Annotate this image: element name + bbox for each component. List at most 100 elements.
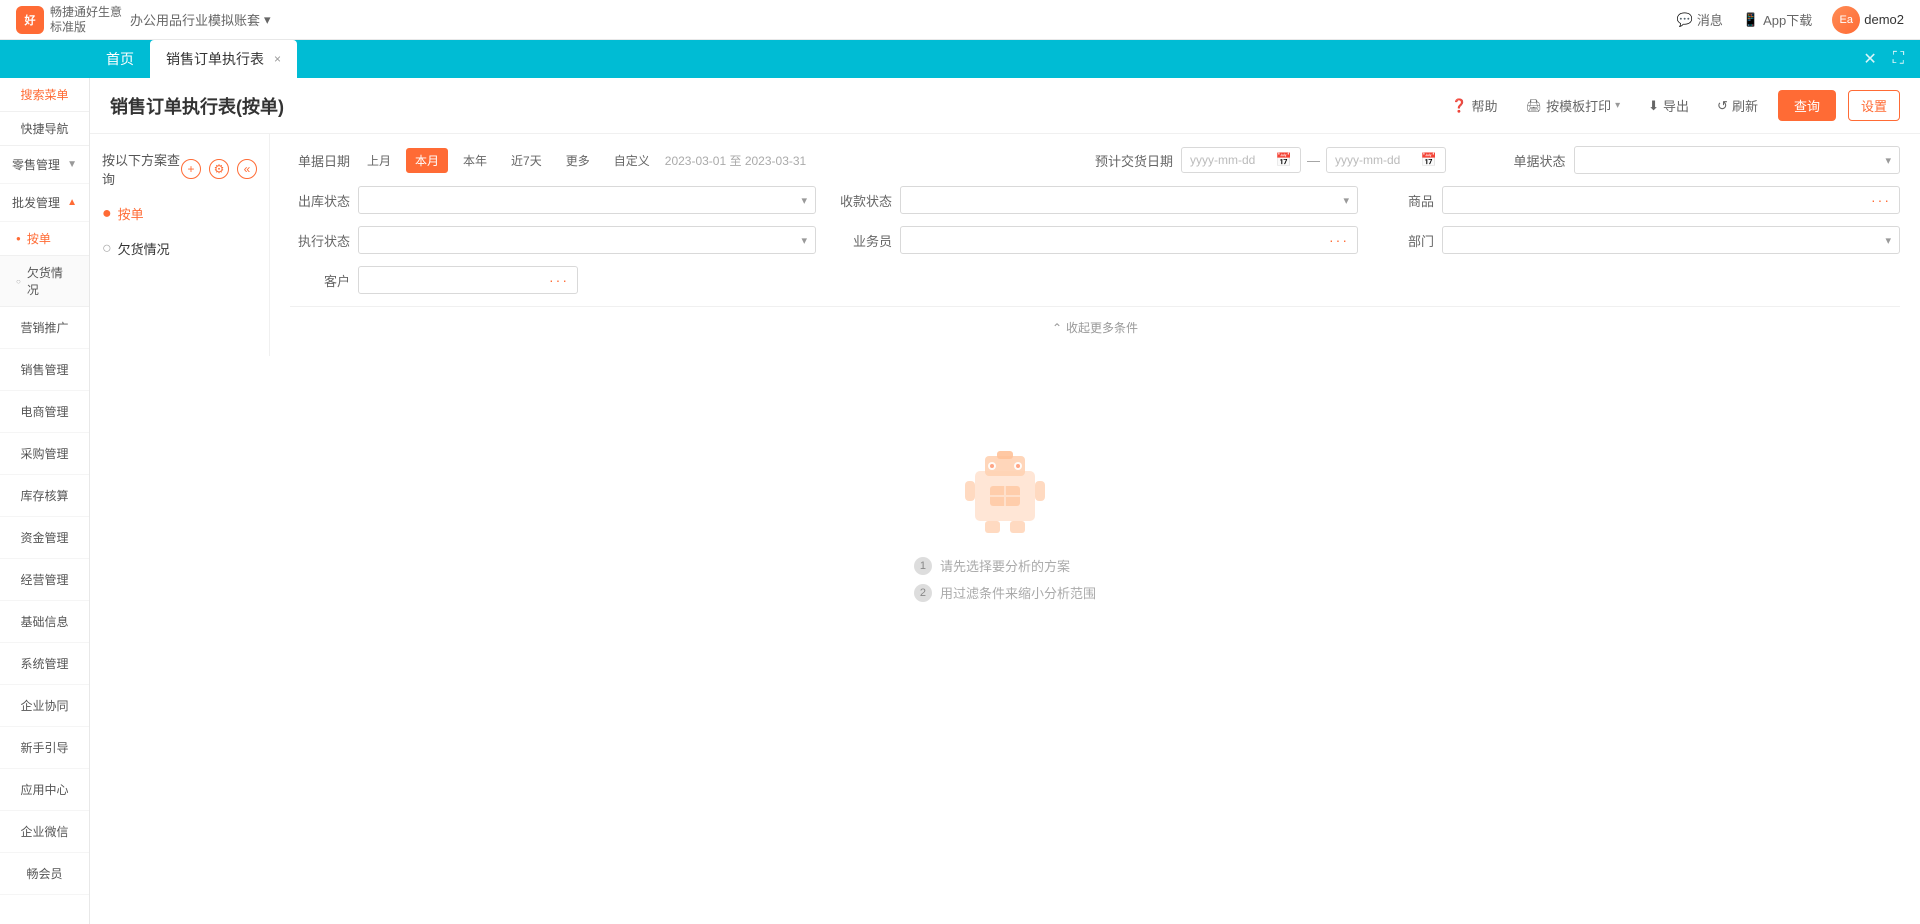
messages-button[interactable]: 💬 消息 [1677, 10, 1723, 29]
avatar: Ea [1832, 6, 1860, 34]
dot-icon: ○ [16, 277, 21, 286]
window-expand-button[interactable]: ⛶ [1889, 46, 1908, 72]
filter-group-department: 部门 ▾ [1374, 226, 1900, 254]
sidebar-item-sales[interactable]: 销售管理 [0, 349, 89, 391]
more-icon: ··· [1871, 192, 1891, 208]
date-btn-more[interactable]: 更多 [557, 148, 599, 173]
date-btn-last-month[interactable]: 上月 [358, 148, 400, 173]
filter-group-customer: 客户 ··· [290, 266, 690, 294]
filter-group-goods: 商品 ··· [1374, 186, 1900, 214]
settings-button[interactable]: 设置 [1848, 90, 1900, 121]
sidebar-search[interactable]: 搜索菜单 [0, 78, 89, 112]
delivery-date-start-input[interactable]: yyyy-mm-dd 📅 [1181, 147, 1301, 173]
collapse-icon: ⌃ [1052, 321, 1062, 335]
calendar-end-icon: 📅 [1421, 152, 1437, 168]
sidebar-item-app-center[interactable]: 应用中心 [0, 769, 89, 811]
sidebar-item-wholesale[interactable]: 批发管理 ▲ [0, 184, 89, 222]
app-download-button[interactable]: 📱 App下载 [1743, 10, 1812, 29]
account-dropdown[interactable]: 办公用品行业模拟账套 ▾ [130, 10, 271, 29]
empty-illustration [955, 436, 1055, 536]
window-close-button[interactable]: ✕ [1859, 45, 1880, 73]
print-template-button[interactable]: 🖨 按模板打印 ▾ [1518, 92, 1629, 119]
refresh-icon: ↺ [1717, 98, 1728, 114]
collapse-button[interactable]: ⌃ 收起更多条件 [1040, 315, 1150, 340]
filter-group-date: 单据日期 上月 本月 本年 [290, 148, 1079, 173]
sidebar-submenu-wholesale: ● 按单 ○ 欠货情况 [0, 222, 89, 307]
sidebar-item-enterprise[interactable]: 企业协同 [0, 685, 89, 727]
query-button[interactable]: 查询 [1778, 90, 1836, 121]
customer-input[interactable]: ··· [358, 266, 578, 294]
receipt-status-select[interactable]: ▾ [900, 186, 1358, 214]
sidebar-item-operations[interactable]: 经营管理 [0, 559, 89, 601]
filter-group-bill-status: 单据状态 ▾ [1506, 146, 1901, 174]
scheme-dot-icon: ● [102, 205, 112, 223]
sidebar-item-newbie[interactable]: 新手引导 [0, 727, 89, 769]
sidebar-item-ecommerce[interactable]: 电商管理 [0, 391, 89, 433]
filter-group-execution-status: 执行状态 ▾ [290, 226, 816, 254]
collapse-scheme-button[interactable]: « [237, 159, 257, 179]
refresh-button[interactable]: ↺ 刷新 [1709, 92, 1766, 119]
delivery-date-end-input[interactable]: yyyy-mm-dd 📅 [1326, 147, 1446, 173]
filter-scheme-sidebar: 按以下方案查询 + ⚙ « ● 按单 ○ 欠货情况 [90, 134, 270, 356]
tab-home[interactable]: 首页 [90, 40, 150, 78]
tab-sales-order[interactable]: 销售订单执行表 × [150, 40, 297, 78]
salesman-input[interactable]: ··· [900, 226, 1358, 254]
bill-status-select[interactable]: ▾ [1574, 146, 1901, 174]
dropdown-chevron-icon: ▾ [264, 12, 271, 28]
date-label: 单据日期 [290, 151, 350, 170]
export-icon: ⬇ [1648, 98, 1659, 114]
chevron-down-icon-3: ▾ [1343, 194, 1349, 207]
sidebar-submenu-item-shortage[interactable]: ○ 欠货情况 [0, 256, 89, 307]
user-profile[interactable]: Ea demo2 [1832, 6, 1904, 34]
chevron-down-icon: ▾ [1885, 154, 1891, 167]
delivery-date-range: yyyy-mm-dd 📅 — yyyy-mm-dd 📅 [1181, 147, 1446, 173]
scheme-circle-icon: ○ [102, 240, 112, 258]
sidebar-item-purchase[interactable]: 采购管理 [0, 433, 89, 475]
quick-nav[interactable]: 快捷导航 [0, 112, 89, 146]
empty-tip-1: 1 请先选择要分析的方案 [914, 556, 1096, 575]
filter-group-delivery-status: 出库状态 ▾ [290, 186, 816, 214]
more-icon-3: ··· [549, 272, 569, 288]
main-layout: 搜索菜单 快捷导航 零售管理 ▼ 批发管理 ▲ ● 按单 ○ 欠货情况 营销推广 [0, 78, 1920, 924]
export-button[interactable]: ⬇ 导出 [1640, 92, 1697, 119]
sidebar-item-finance[interactable]: 资金管理 [0, 517, 89, 559]
chevron-down-icon-5: ▾ [1885, 234, 1891, 247]
tab-close-icon[interactable]: × [274, 52, 281, 66]
execution-status-select[interactable]: ▾ [358, 226, 816, 254]
customer-label: 客户 [290, 271, 350, 290]
department-select[interactable]: ▾ [1442, 226, 1900, 254]
sidebar-item-system[interactable]: 系统管理 [0, 643, 89, 685]
empty-state: 1 请先选择要分析的方案 2 用过滤条件来缩小分析范围 [90, 356, 1920, 682]
username-label: demo2 [1864, 12, 1904, 27]
date-separator: — [1307, 153, 1320, 168]
goods-input[interactable]: ··· [1442, 186, 1900, 214]
page-content: 销售订单执行表(按单) ❓ 帮助 🖨 按模板打印 ▾ ⬇ 导出 [90, 78, 1920, 924]
calendar-icon: 📅 [1276, 152, 1292, 168]
sidebar-item-inventory[interactable]: 库存核算 [0, 475, 89, 517]
date-btn-7days[interactable]: 近7天 [502, 148, 551, 173]
header-right: 💬 消息 📱 App下载 Ea demo2 [1677, 6, 1904, 34]
sidebar-item-wechat[interactable]: 企业微信 [0, 811, 89, 853]
date-btn-custom[interactable]: 自定义 [605, 148, 659, 173]
delivery-status-select[interactable]: ▾ [358, 186, 816, 214]
receipt-status-label: 收款状态 [832, 191, 892, 210]
sidebar-submenu-item-by-order[interactable]: ● 按单 [0, 222, 89, 256]
logo-area: 好 畅捷通好生意 标准版 [16, 5, 122, 34]
sidebar-item-basic-info[interactable]: 基础信息 [0, 601, 89, 643]
empty-tips: 1 请先选择要分析的方案 2 用过滤条件来缩小分析范围 [914, 556, 1096, 602]
filter-row-2: 出库状态 ▾ 收款状态 ▾ [290, 186, 1900, 214]
tip-number-1: 1 [914, 557, 932, 575]
scheme-item-shortage[interactable]: ○ 欠货情况 [90, 231, 269, 266]
date-btn-this-month[interactable]: 本月 [406, 148, 448, 173]
page-title-bar: 销售订单执行表(按单) ❓ 帮助 🖨 按模板打印 ▾ ⬇ 导出 [90, 78, 1920, 134]
sidebar-item-retail[interactable]: 零售管理 ▼ [0, 146, 89, 184]
message-icon: 💬 [1677, 12, 1693, 28]
scheme-item-by-order[interactable]: ● 按单 [90, 196, 269, 231]
date-btn-this-year[interactable]: 本年 [454, 148, 496, 173]
add-scheme-button[interactable]: + [181, 159, 201, 179]
help-button[interactable]: ❓ 帮助 [1443, 92, 1505, 119]
filter-row-3: 执行状态 ▾ 业务员 ··· [290, 226, 1900, 254]
settings-scheme-button[interactable]: ⚙ [209, 159, 229, 179]
sidebar-item-member[interactable]: 畅会员 [0, 853, 89, 895]
sidebar-item-marketing[interactable]: 营销推广 [0, 307, 89, 349]
